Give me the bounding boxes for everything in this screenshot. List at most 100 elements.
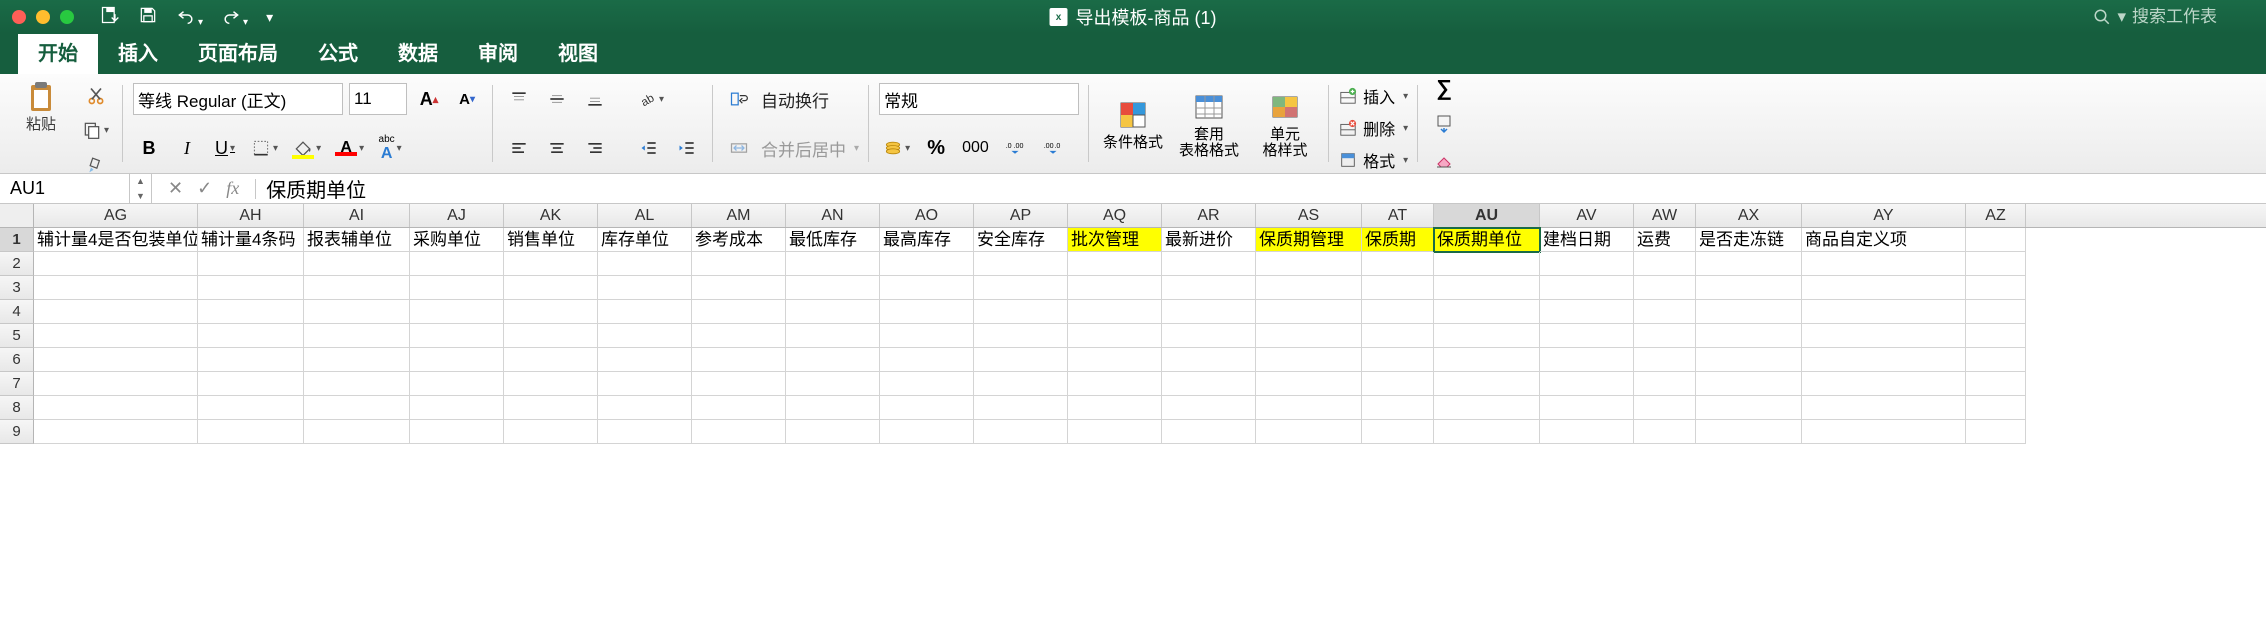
cell[interactable]	[34, 420, 198, 444]
cell[interactable]	[1540, 276, 1634, 300]
cancel-formula-icon[interactable]: ✕	[168, 178, 183, 199]
cell[interactable]	[1256, 300, 1362, 324]
cell[interactable]	[304, 396, 410, 420]
cell[interactable]	[1068, 324, 1162, 348]
cell[interactable]: 安全库存	[974, 228, 1068, 252]
cell[interactable]	[880, 324, 974, 348]
cell[interactable]	[598, 276, 692, 300]
minimize-window-button[interactable]	[36, 10, 50, 24]
cell[interactable]	[1802, 420, 1966, 444]
zoom-window-button[interactable]	[60, 10, 74, 24]
increase-font-button[interactable]: A▴	[413, 84, 445, 114]
column-header[interactable]: AM	[692, 204, 786, 227]
format-as-table-button[interactable]: 套用 表格格式	[1175, 89, 1243, 159]
cell[interactable]: 参考成本	[692, 228, 786, 252]
row-header[interactable]: 7	[0, 372, 34, 396]
cell[interactable]	[34, 252, 198, 276]
cell[interactable]	[1634, 324, 1696, 348]
column-header[interactable]: AK	[504, 204, 598, 227]
align-left-button[interactable]	[503, 133, 535, 163]
column-header[interactable]: AV	[1540, 204, 1634, 227]
ribbon-tab-4[interactable]: 数据	[378, 27, 458, 74]
confirm-formula-icon[interactable]: ✓	[197, 178, 212, 199]
cell[interactable]	[1966, 324, 2026, 348]
cell[interactable]	[692, 252, 786, 276]
clear-button[interactable]	[1428, 145, 1460, 175]
cell[interactable]	[692, 300, 786, 324]
cut-button[interactable]	[78, 81, 113, 111]
cell[interactable]	[1068, 396, 1162, 420]
cell[interactable]: 保质期	[1362, 228, 1434, 252]
cell[interactable]	[880, 396, 974, 420]
cell[interactable]	[1802, 252, 1966, 276]
column-header[interactable]: AG	[34, 204, 198, 227]
cell[interactable]	[1362, 348, 1434, 372]
cell[interactable]	[34, 348, 198, 372]
cell[interactable]	[1162, 276, 1256, 300]
cell[interactable]: 最新进价	[1162, 228, 1256, 252]
cell[interactable]	[1256, 396, 1362, 420]
cell[interactable]: 销售单位	[504, 228, 598, 252]
cell[interactable]: 报表辅单位	[304, 228, 410, 252]
orientation-button[interactable]: ab▾	[633, 84, 668, 114]
increase-decimal-button[interactable]: .0.00	[999, 133, 1031, 163]
column-header[interactable]: AY	[1802, 204, 1966, 227]
align-middle-button[interactable]	[541, 84, 573, 114]
column-header[interactable]: AP	[974, 204, 1068, 227]
row-header[interactable]: 6	[0, 348, 34, 372]
cell[interactable]: 最高库存	[880, 228, 974, 252]
cell[interactable]	[1802, 348, 1966, 372]
format-painter-button[interactable]	[78, 149, 113, 179]
cell[interactable]	[198, 324, 304, 348]
cell[interactable]	[1434, 348, 1540, 372]
cell[interactable]	[198, 348, 304, 372]
column-header[interactable]: AU	[1434, 204, 1540, 227]
cell[interactable]	[410, 252, 504, 276]
cell[interactable]	[1162, 300, 1256, 324]
cell[interactable]	[198, 276, 304, 300]
cell[interactable]	[504, 396, 598, 420]
cell[interactable]	[504, 420, 598, 444]
cell[interactable]	[198, 372, 304, 396]
cell[interactable]	[1966, 252, 2026, 276]
cell[interactable]	[410, 396, 504, 420]
cell[interactable]	[974, 420, 1068, 444]
merge-center-button[interactable]	[723, 133, 755, 163]
ribbon-tab-6[interactable]: 视图	[538, 27, 618, 74]
font-size-combo[interactable]	[349, 83, 407, 115]
decrease-decimal-button[interactable]: .00.0	[1037, 133, 1069, 163]
row-header[interactable]: 2	[0, 252, 34, 276]
align-top-button[interactable]	[503, 84, 535, 114]
wrap-text-button[interactable]	[723, 84, 755, 114]
cell[interactable]	[880, 276, 974, 300]
cell[interactable]	[1068, 276, 1162, 300]
cell[interactable]	[1362, 324, 1434, 348]
copy-button[interactable]: ▾	[78, 115, 113, 145]
cell[interactable]	[786, 324, 880, 348]
cell[interactable]	[1362, 276, 1434, 300]
cell[interactable]	[410, 324, 504, 348]
cell[interactable]	[974, 372, 1068, 396]
cell[interactable]: 商品自定义项	[1802, 228, 1966, 252]
increase-indent-button[interactable]	[671, 133, 703, 163]
currency-button[interactable]: ▾	[879, 133, 914, 163]
ribbon-tab-5[interactable]: 审阅	[458, 27, 538, 74]
cell[interactable]	[1434, 252, 1540, 276]
number-format-combo[interactable]	[879, 83, 1079, 115]
column-header[interactable]: AZ	[1966, 204, 2026, 227]
cell[interactable]	[1540, 252, 1634, 276]
cell[interactable]: 库存单位	[598, 228, 692, 252]
cell[interactable]	[1634, 300, 1696, 324]
column-header[interactable]: AS	[1256, 204, 1362, 227]
cell[interactable]	[1634, 396, 1696, 420]
cell[interactable]	[1966, 228, 2026, 252]
cell[interactable]	[304, 276, 410, 300]
row-header[interactable]: 4	[0, 300, 34, 324]
cell[interactable]	[1256, 372, 1362, 396]
cell[interactable]: 辅计量4是否包装单位	[34, 228, 198, 252]
cell[interactable]	[1802, 372, 1966, 396]
cell[interactable]	[974, 300, 1068, 324]
cell[interactable]: 辅计量4条码	[198, 228, 304, 252]
cell[interactable]	[880, 348, 974, 372]
fill-button[interactable]	[1428, 109, 1460, 139]
